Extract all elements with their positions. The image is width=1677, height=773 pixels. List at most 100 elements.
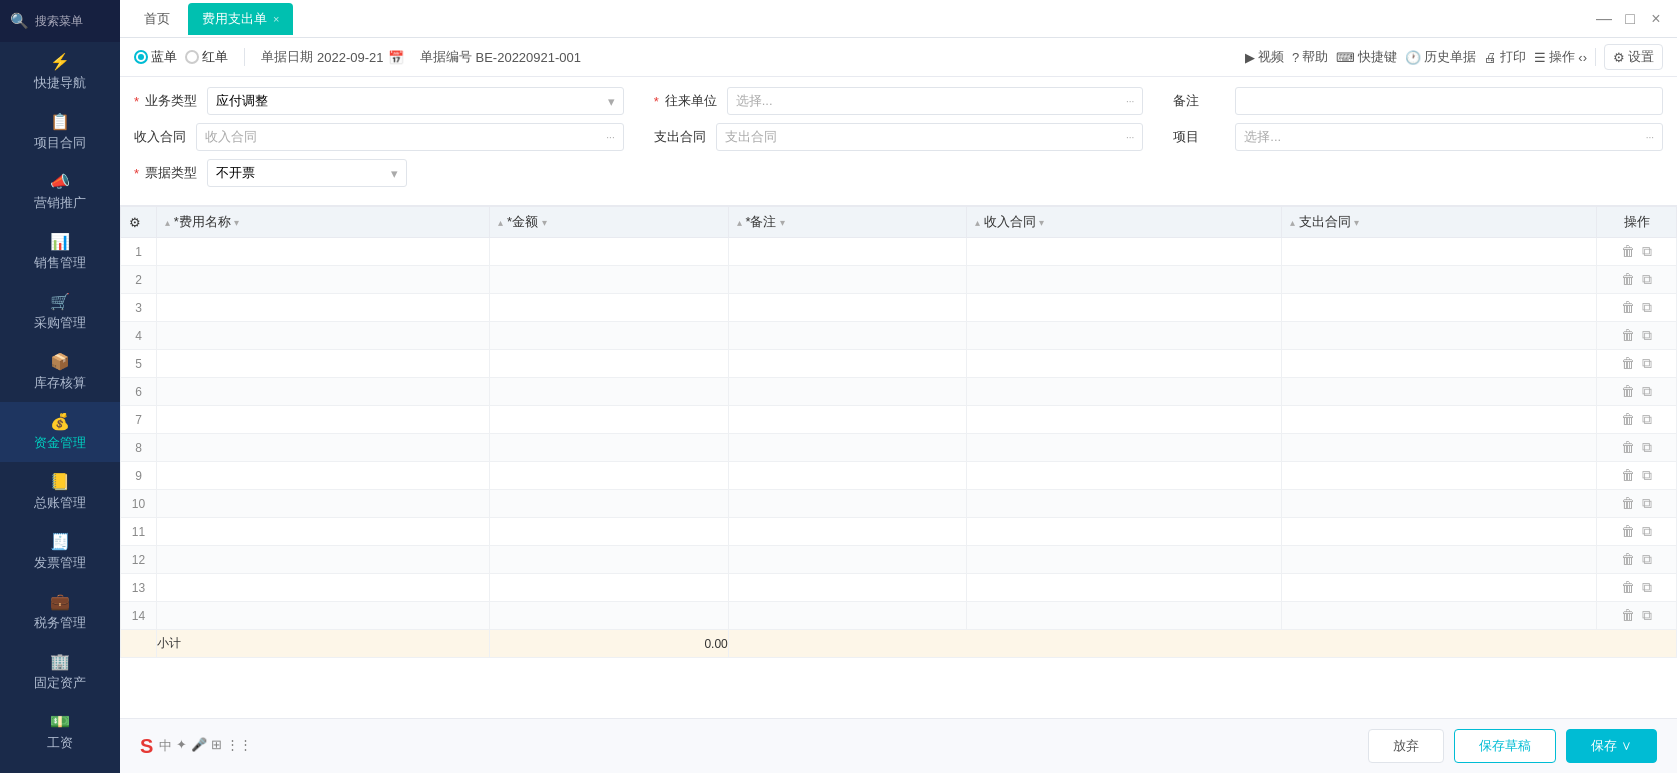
cell-note-8[interactable] — [728, 434, 966, 462]
cell-note-13[interactable] — [728, 574, 966, 602]
action-shortcuts[interactable]: ⌨ 快捷键 — [1336, 48, 1397, 66]
cell-income-contract-4[interactable] — [967, 322, 1282, 350]
sidebar-item-project-contract[interactable]: 📋项目合同 — [0, 102, 120, 162]
cell-income-contract-2[interactable] — [967, 266, 1282, 294]
copy-icon-6[interactable]: ⧉ — [1642, 383, 1652, 399]
settings-button[interactable]: ⚙ 设置 — [1604, 44, 1663, 70]
cell-note-1[interactable] — [728, 238, 966, 266]
action-history[interactable]: 🕐 历史单据 — [1405, 48, 1476, 66]
sort-down-1[interactable]: ▾ — [234, 217, 239, 228]
copy-icon-2[interactable]: ⧉ — [1642, 271, 1652, 287]
cell-amount-14[interactable] — [490, 602, 728, 630]
cell-expense-name-7[interactable] — [157, 406, 490, 434]
cell-note-12[interactable] — [728, 546, 966, 574]
business-type-select[interactable]: 应付调整 ▾ — [207, 87, 624, 115]
cell-note-14[interactable] — [728, 602, 966, 630]
sidebar-item-quick-nav[interactable]: ⚡快捷导航 — [0, 42, 120, 102]
cell-expense-contract-12[interactable] — [1282, 546, 1597, 574]
sidebar-search[interactable]: 🔍 搜索菜单 — [0, 0, 120, 42]
action-more[interactable]: ☰ 操作 ‹› — [1534, 48, 1587, 66]
delete-icon-14[interactable]: 🗑 — [1621, 607, 1635, 623]
sidebar-item-sales-mgmt[interactable]: 📊销售管理 — [0, 222, 120, 282]
cell-expense-name-14[interactable] — [157, 602, 490, 630]
sidebar-item-fixed-assets[interactable]: 🏢固定资产 — [0, 642, 120, 702]
action-print[interactable]: 🖨 打印 — [1484, 48, 1526, 66]
sort-down-5[interactable]: ▾ — [1354, 217, 1359, 228]
ticket-type-select[interactable]: 不开票 ▾ — [207, 159, 407, 187]
copy-icon-11[interactable]: ⧉ — [1642, 523, 1652, 539]
sidebar-item-ledger-mgmt[interactable]: 📒总账管理 — [0, 462, 120, 522]
sort-up-2[interactable]: ▴ — [498, 217, 503, 228]
window-close[interactable]: × — [1645, 8, 1667, 30]
delete-icon-4[interactable]: 🗑 — [1621, 327, 1635, 343]
copy-icon-1[interactable]: ⧉ — [1642, 243, 1652, 259]
cell-income-contract-14[interactable] — [967, 602, 1282, 630]
cell-amount-6[interactable] — [490, 378, 728, 406]
delete-icon-12[interactable]: 🗑 — [1621, 551, 1635, 567]
sidebar-item-inventory[interactable]: 📦库存核算 — [0, 342, 120, 402]
cell-note-4[interactable] — [728, 322, 966, 350]
cell-income-contract-3[interactable] — [967, 294, 1282, 322]
cell-expense-contract-4[interactable] — [1282, 322, 1597, 350]
sort-up-4[interactable]: ▴ — [975, 217, 980, 228]
tab-expense[interactable]: 费用支出单 × — [188, 3, 293, 35]
delete-icon-9[interactable]: 🗑 — [1621, 467, 1635, 483]
col-settings[interactable]: ⚙ — [121, 207, 157, 238]
radio-red[interactable]: 红单 — [185, 48, 228, 66]
cell-expense-contract-3[interactable] — [1282, 294, 1597, 322]
cell-income-contract-9[interactable] — [967, 462, 1282, 490]
cell-expense-name-3[interactable] — [157, 294, 490, 322]
delete-icon-6[interactable]: 🗑 — [1621, 383, 1635, 399]
calendar-icon[interactable]: 📅 — [388, 50, 404, 65]
cell-expense-contract-2[interactable] — [1282, 266, 1597, 294]
cell-expense-contract-14[interactable] — [1282, 602, 1597, 630]
sort-up-3[interactable]: ▴ — [737, 217, 742, 228]
project-input[interactable]: 选择... ··· — [1235, 123, 1663, 151]
cell-note-7[interactable] — [728, 406, 966, 434]
copy-icon-7[interactable]: ⧉ — [1642, 411, 1652, 427]
cell-income-contract-6[interactable] — [967, 378, 1282, 406]
cell-amount-4[interactable] — [490, 322, 728, 350]
radio-blue[interactable]: 蓝单 — [134, 48, 177, 66]
cell-expense-name-4[interactable] — [157, 322, 490, 350]
cell-note-9[interactable] — [728, 462, 966, 490]
cell-expense-name-6[interactable] — [157, 378, 490, 406]
action-help[interactable]: ? 帮助 — [1292, 48, 1328, 66]
delete-icon-5[interactable]: 🗑 — [1621, 355, 1635, 371]
copy-icon-14[interactable]: ⧉ — [1642, 607, 1652, 623]
cell-expense-contract-13[interactable] — [1282, 574, 1597, 602]
cell-amount-12[interactable] — [490, 546, 728, 574]
delete-icon-10[interactable]: 🗑 — [1621, 495, 1635, 511]
action-video[interactable]: ▶ 视频 — [1245, 48, 1284, 66]
window-maximize[interactable]: □ — [1619, 8, 1641, 30]
cell-amount-13[interactable] — [490, 574, 728, 602]
cell-note-5[interactable] — [728, 350, 966, 378]
cell-amount-9[interactable] — [490, 462, 728, 490]
cell-amount-10[interactable] — [490, 490, 728, 518]
sidebar-item-tax-mgmt[interactable]: 💼税务管理 — [0, 582, 120, 642]
partner-input[interactable]: 选择... ··· — [727, 87, 1144, 115]
cell-expense-contract-1[interactable] — [1282, 238, 1597, 266]
save-draft-button[interactable]: 保存草稿 — [1454, 729, 1556, 763]
cell-expense-contract-5[interactable] — [1282, 350, 1597, 378]
sidebar-item-capital-mgmt[interactable]: 💰资金管理 — [0, 402, 120, 462]
delete-icon-7[interactable]: 🗑 — [1621, 411, 1635, 427]
cell-note-10[interactable] — [728, 490, 966, 518]
tab-expense-close[interactable]: × — [273, 13, 279, 25]
sort-down-2[interactable]: ▾ — [542, 217, 547, 228]
cell-amount-3[interactable] — [490, 294, 728, 322]
note-input[interactable] — [1235, 87, 1663, 115]
income-contract-input[interactable]: 收入合同 ··· — [196, 123, 624, 151]
copy-icon-8[interactable]: ⧉ — [1642, 439, 1652, 455]
delete-icon-11[interactable]: 🗑 — [1621, 523, 1635, 539]
delete-icon-13[interactable]: 🗑 — [1621, 579, 1635, 595]
cell-income-contract-12[interactable] — [967, 546, 1282, 574]
delete-icon-2[interactable]: 🗑 — [1621, 271, 1635, 287]
sort-up-5[interactable]: ▴ — [1290, 217, 1295, 228]
cell-income-contract-11[interactable] — [967, 518, 1282, 546]
copy-icon-10[interactable]: ⧉ — [1642, 495, 1652, 511]
sidebar-item-ops-mgmt[interactable]: 📈经营管理 — [0, 762, 120, 773]
cell-expense-name-13[interactable] — [157, 574, 490, 602]
cell-income-contract-5[interactable] — [967, 350, 1282, 378]
sort-down-4[interactable]: ▾ — [1039, 217, 1044, 228]
